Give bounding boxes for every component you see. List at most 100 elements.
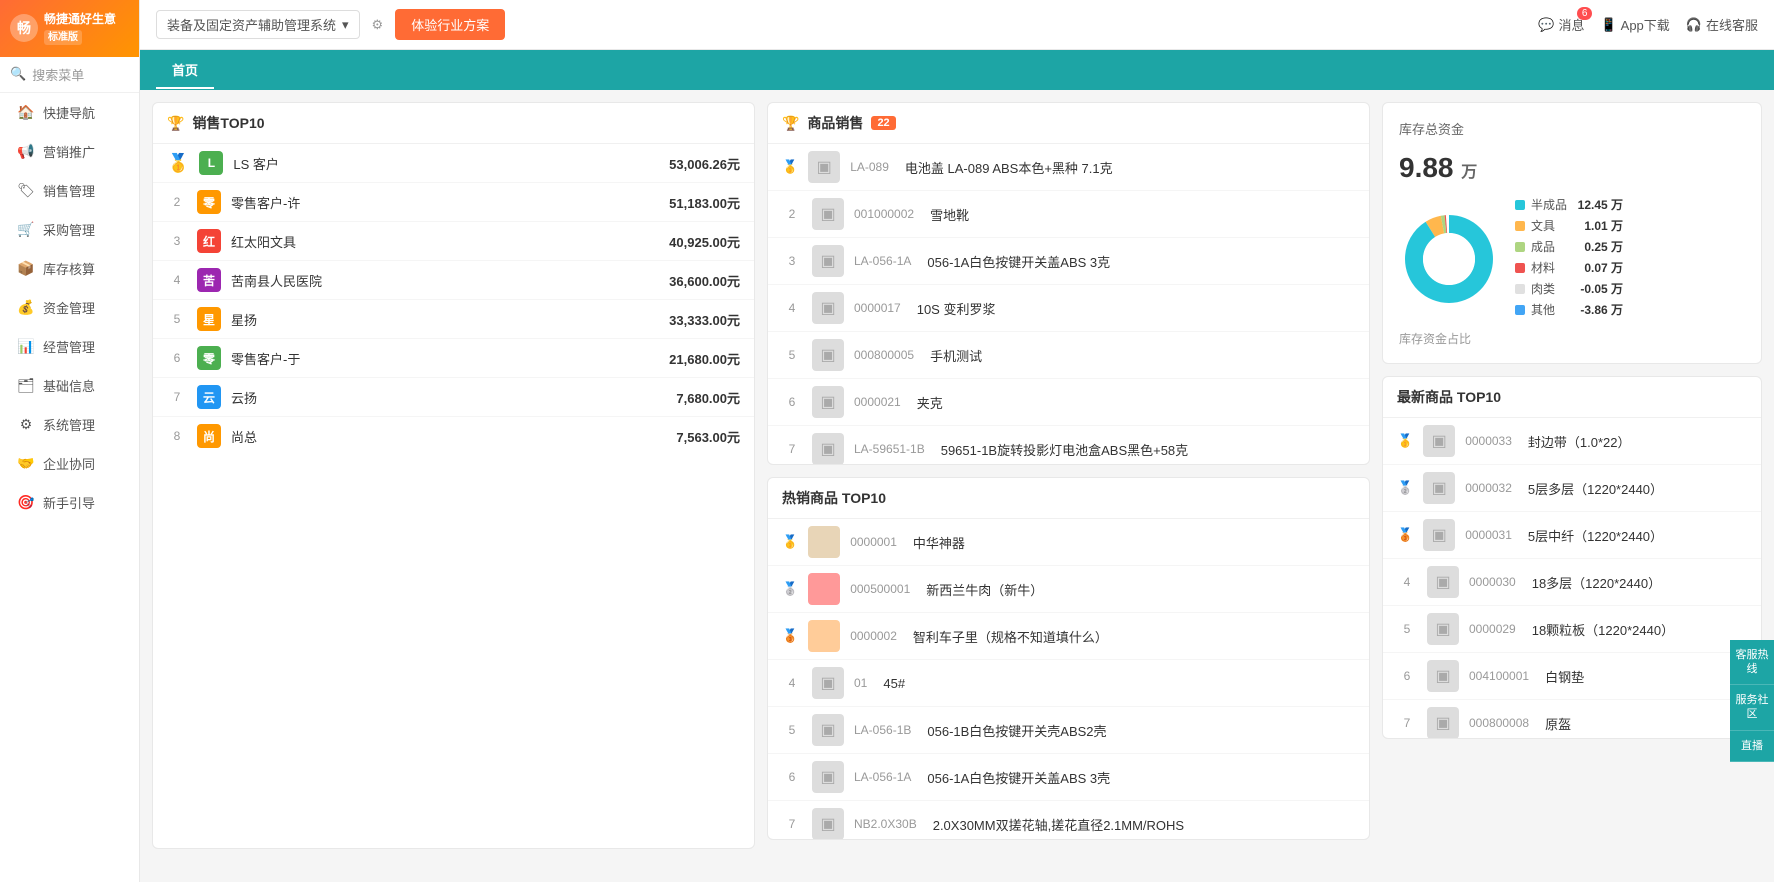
product-thumb: ▣ [812,386,844,418]
product-thumbnail: ▣ [1427,566,1459,598]
product-code: 0000033 [1465,434,1512,448]
product-name: 10S 变利罗浆 [917,299,1355,318]
phone-icon: 📱 [1600,17,1616,33]
sidebar-icon-3: 🛒 [17,220,35,238]
sidebar-item-5[interactable]: 💰资金管理 [0,288,139,327]
sidebar-label-8: 系统管理 [43,415,95,434]
product-thumb: ▣ [812,433,844,464]
sidebar-icon-8: ⚙ [17,415,35,433]
product-code: LA-089 [850,160,889,174]
sidebar-item-1[interactable]: 📢营销推广 [0,132,139,171]
rank-num: 8 [167,429,187,443]
sidebar-icon-6: 📊 [17,337,35,355]
trial-button[interactable]: 体验行业方案 [395,9,505,40]
customer-avatar: 尚 [197,424,221,448]
inventory-legend: 半成品 12.45 万 文具 1.01 万 成品 0.25 万 材料 0.07 … [1515,196,1623,322]
headset-icon: 🎧 [1686,17,1702,33]
product-code: 000800005 [854,348,914,362]
product-thumbnail: ▣ [812,808,844,839]
app-download-action[interactable]: 📱 App下载 [1600,15,1669,34]
sidebar-icon-7: 🗂 [17,376,35,394]
legend-item: 肉类 -0.05 万 [1515,280,1623,297]
rank-num: 5 [1397,622,1417,636]
sidebar-item-8[interactable]: ⚙ 系统管理 [0,405,139,444]
rank-num: 7 [782,442,802,456]
sidebar-label-2: 销售管理 [43,181,95,200]
top-customers-panel: 🏆 销售TOP10 🥇 L LS 客户 53,006.26元2 零 零售客户-许… [152,102,755,849]
list-item: 3 ▣ LA-056-1A 056-1A白色按键开关盖ABS 3克 [768,238,1369,285]
inventory-title: 库存总资金 [1399,119,1464,138]
product-thumbnail: ▣ [1423,472,1455,504]
product-name: 18颗粒板（1220*2440） [1532,620,1747,639]
float-btn-2[interactable]: 直播 [1730,731,1774,762]
system-selector[interactable]: 装备及固定资产辅助管理系统 ▾ [156,10,360,39]
product-name: 封边带（1.0*22） [1528,432,1747,451]
customer-avatar: 零 [197,346,221,370]
messages-action[interactable]: 💬 消息 6 [1538,15,1584,34]
rank-num: 5 [167,312,187,326]
list-item: 6▣ LA-056-1A 056-1A白色按键开关盖ABS 3壳 [768,754,1369,801]
list-item: 🥇 L LS 客户 53,006.26元 [153,144,754,183]
top-customers-title: 销售TOP10 [192,113,264,133]
rank-num: 4 [167,273,187,287]
hot-products-list: 🥇 0000001 中华神器🥈 000500001 新西兰牛肉（新牛）🥉 000… [768,519,1369,839]
right-column: 库存总资金 9.88 万 半成品 12.45 万 [1382,102,1762,870]
list-item: 4▣ 01 45# [768,660,1369,707]
sidebar-item-9[interactable]: 🤝企业协同 [0,444,139,483]
sidebar-item-10[interactable]: 🎯新手引导 [0,483,139,522]
legend-label: 肉类 [1531,280,1567,297]
product-name: 056-1B白色按键开关壳ABS2壳 [927,721,1355,740]
customer-name: LS 客户 [233,154,659,173]
product-thumbnail: ▣ [812,714,844,746]
customer-amount: 51,183.00元 [669,193,740,212]
customer-name: 云扬 [231,388,666,407]
sidebar-item-0[interactable]: 🏠快捷导航 [0,93,139,132]
list-item: 3 红 红太阳文具 40,925.00元 [153,222,754,261]
hot-products-panel: 热销商品 TOP10 🥇 0000001 中华神器🥈 000500001 新西兰… [767,477,1370,840]
product-name: 59651-1B旋转投影灯电池盒ABS黑色+58克 [941,440,1355,459]
customer-avatar: 云 [197,385,221,409]
product-thumbnail [808,620,840,652]
logo-icon: 畅 [10,14,38,42]
settings-icon[interactable]: ⚙ [372,17,384,33]
product-name: 中华神器 [913,533,1355,552]
sidebar-item-7[interactable]: 🗂 基础信息 [0,366,139,405]
list-item: 🥇 0000001 中华神器 [768,519,1369,566]
legend-value: -3.86 万 [1573,301,1623,318]
sidebar-item-4[interactable]: 📦库存核算 [0,249,139,288]
customer-name: 零售客户-许 [231,193,659,212]
list-item: 7▣ NB2.0X30B 2.0X30MM双搓花轴,搓花直径2.1MM/ROHS [768,801,1369,839]
product-code: 0000002 [850,629,897,643]
customer-amount: 33,333.00元 [669,310,740,329]
nav-tabs: 首页 [140,50,1774,90]
legend-value: -0.05 万 [1573,280,1623,297]
legend-color [1515,242,1525,252]
product-code: 000800008 [1469,716,1529,730]
sidebar-label-3: 采购管理 [43,220,95,239]
list-item: 6 ▣ 0000021 夹克 [768,379,1369,426]
rank-num: 4 [782,676,802,690]
sidebar-item-2[interactable]: 🏷销售管理 [0,171,139,210]
sidebar-item-3[interactable]: 🛒 采购管理 [0,210,139,249]
products-trophy-icon: 🏆 [782,115,799,132]
sidebar-icon-1: 📢 [17,142,35,160]
sidebar-label-7: 基础信息 [43,376,95,395]
product-name: 夹克 [917,393,1355,412]
product-name: 2.0X30MM双搓花轴,搓花直径2.1MM/ROHS [933,815,1355,834]
search-icon: 🔍 [10,66,26,82]
customer-name: 红太阳文具 [231,232,659,251]
sidebar-search[interactable]: 🔍 搜索菜单 [0,57,139,93]
legend-item: 成品 0.25 万 [1515,238,1623,255]
sidebar-label-6: 经营管理 [43,337,95,356]
sidebar-logo: 畅 畅捷通好生意 标准版 [0,0,139,57]
product-thumb: ▣ [808,151,840,183]
tab-home[interactable]: 首页 [156,52,214,89]
rank-num: 2 [167,195,187,209]
float-btn-1[interactable]: 服务社区 [1730,685,1774,731]
float-btn-0[interactable]: 客服热线 [1730,640,1774,686]
online-service-action[interactable]: 🎧 在线客服 [1686,15,1758,34]
legend-value: 12.45 万 [1573,196,1623,213]
list-item: 🥇 ▣ LA-089 电池盖 LA-089 ABS本色+黑种 7.1克 [768,144,1369,191]
list-item: 7 ▣ LA-59651-1B 59651-1B旋转投影灯电池盒ABS黑色+58… [768,426,1369,464]
sidebar-item-6[interactable]: 📊 经营管理 [0,327,139,366]
